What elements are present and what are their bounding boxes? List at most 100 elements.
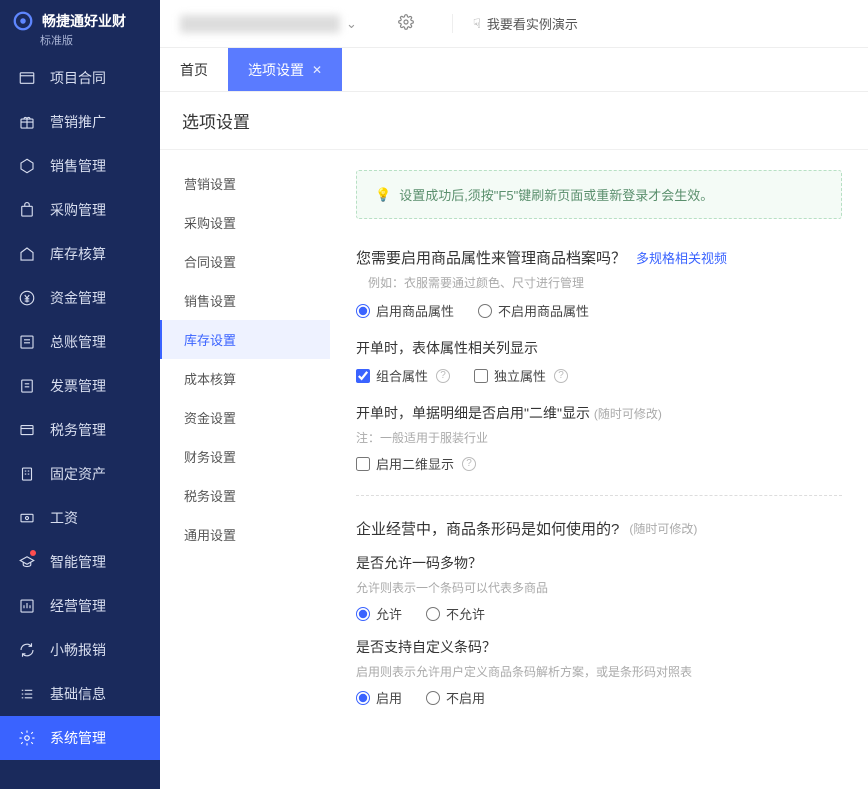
question-title: 您需要启用商品属性来管理商品档案吗？ 多规格相关视频 (356, 247, 842, 268)
settings-panel: 💡 设置成功后,须按"F5"键刷新页面或重新登录才会生效。 您需要启用商品属性来… (330, 150, 868, 789)
subnav-marketing[interactable]: 营销设置 (160, 164, 330, 203)
subnav-contract[interactable]: 合同设置 (160, 242, 330, 281)
nav-salary[interactable]: 工资 (0, 496, 160, 540)
notification-dot (30, 550, 36, 556)
section-barcode: 企业经营中，商品条形码是如何使用的? (随时可修改) 是否允许一码多物？ 允许则… (356, 518, 842, 707)
nav-tax[interactable]: 税务管理 (0, 408, 160, 452)
nav-label: 智能管理 (50, 552, 106, 572)
tab-label: 选项设置 (248, 60, 304, 80)
tax-icon (18, 421, 36, 439)
nav-label: 发票管理 (50, 376, 106, 396)
subnav-cost[interactable]: 成本核算 (160, 359, 330, 398)
column-check-group: 组合属性? 独立属性? (356, 366, 842, 385)
question-text: 您需要启用商品属性来管理商品档案吗？ (356, 247, 626, 268)
nav-basic[interactable]: 基础信息 (0, 672, 160, 716)
tab-home[interactable]: 首页 (160, 48, 228, 91)
nav-invoice[interactable]: 发票管理 (0, 364, 160, 408)
close-icon[interactable]: ✕ (312, 63, 322, 77)
nav-funds[interactable]: 资金管理 (0, 276, 160, 320)
q1-desc: 允许则表示一个条码可以代表多商品 (356, 579, 842, 596)
nav-label: 销售管理 (50, 156, 106, 176)
refresh-icon (18, 641, 36, 659)
salary-icon (18, 509, 36, 527)
help-icon[interactable]: ? (462, 457, 476, 471)
tab-label: 首页 (180, 60, 208, 80)
pointer-icon: ☟ (473, 16, 481, 32)
org-name-blurred (180, 15, 340, 33)
section-product-attr: 您需要启用商品属性来管理商品档案吗？ 多规格相关视频 例如：衣服需要通过颜色、尺… (356, 247, 842, 473)
tab-bar: 首页 选项设置 ✕ (160, 48, 868, 92)
nav-smart[interactable]: 智能管理 (0, 540, 160, 584)
yen-icon (18, 289, 36, 307)
edition-label: 标准版 (0, 32, 160, 56)
radio-disallow[interactable]: 不允许 (426, 604, 485, 623)
nav-ledger[interactable]: 总账管理 (0, 320, 160, 364)
radio-disable-attr[interactable]: 不启用商品属性 (478, 301, 589, 320)
radio-allow[interactable]: 允许 (356, 604, 402, 623)
info-banner: 💡 设置成功后,须按"F5"键刷新页面或重新登录才会生效。 (356, 170, 842, 219)
gear-icon (18, 729, 36, 747)
radio-enable[interactable]: 启用 (356, 688, 402, 707)
nav-label: 资金管理 (50, 288, 106, 308)
bag-icon (18, 201, 36, 219)
subnav-finance[interactable]: 财务设置 (160, 437, 330, 476)
subnav-inventory[interactable]: 库存设置 (160, 320, 330, 359)
ledger-icon (18, 333, 36, 351)
demo-link[interactable]: ☟ 我要看实例演示 (452, 14, 578, 33)
video-link[interactable]: 多规格相关视频 (636, 248, 727, 267)
subnav-general[interactable]: 通用设置 (160, 515, 330, 554)
nav-assets[interactable]: 固定资产 (0, 452, 160, 496)
building-icon (18, 465, 36, 483)
subnav-tax[interactable]: 税务设置 (160, 476, 330, 515)
nav-label: 工资 (50, 508, 78, 528)
nav-operation[interactable]: 经营管理 (0, 584, 160, 628)
nav-inventory[interactable]: 库存核算 (0, 232, 160, 276)
main-area: ⌄ ☟ 我要看实例演示 首页 选项设置 ✕ 选项设置 营销设置 采购设置 合同设… (160, 0, 868, 789)
page-title: 选项设置 (160, 92, 868, 150)
nav-system[interactable]: 系统管理 (0, 716, 160, 760)
nav-purchase[interactable]: 采购管理 (0, 188, 160, 232)
nav-project-contract[interactable]: 项目合同 (0, 56, 160, 100)
chart-icon (18, 597, 36, 615)
nav-sales[interactable]: 销售管理 (0, 144, 160, 188)
subnav-sales[interactable]: 销售设置 (160, 281, 330, 320)
nav-expense[interactable]: 小畅报销 (0, 628, 160, 672)
divider (356, 495, 842, 496)
radio-enable-attr[interactable]: 启用商品属性 (356, 301, 454, 320)
nav-label: 营销推广 (50, 112, 106, 132)
help-icon[interactable]: ? (554, 369, 568, 383)
invoice-icon (18, 377, 36, 395)
org-selector[interactable]: ⌄ (180, 15, 380, 33)
radio-disable[interactable]: 不启用 (426, 688, 485, 707)
nav-label: 小畅报销 (50, 640, 106, 660)
subnav-purchase[interactable]: 采购设置 (160, 203, 330, 242)
brand-name: 畅捷通好业财 (42, 11, 126, 31)
q-one-code-many: 是否允许一码多物？ (356, 553, 842, 573)
enable-2d-row: 启用二维显示? (356, 454, 842, 473)
attr-radio-group: 启用商品属性 不启用商品属性 (356, 301, 842, 320)
nav-label: 总账管理 (50, 332, 106, 352)
check-enable-2d[interactable]: 启用二维显示? (356, 454, 476, 473)
logo: 畅捷通好业财 (0, 0, 160, 36)
q2-desc: 启用则表示允许用户定义商品条码解析方案，或是条形码对照表 (356, 663, 842, 680)
folder-icon (18, 69, 36, 87)
sub-title-2d: 开单时，单据明细是否启用"二维"显示 (随时可修改) (356, 403, 842, 423)
subnav-funds[interactable]: 资金设置 (160, 398, 330, 437)
settings-icon[interactable] (398, 14, 414, 33)
q-custom-barcode: 是否支持自定义条码？ (356, 637, 842, 657)
help-icon[interactable]: ? (436, 369, 450, 383)
nav-marketing[interactable]: 营销推广 (0, 100, 160, 144)
nav-label: 采购管理 (50, 200, 106, 220)
question-title: 企业经营中，商品条形码是如何使用的? (随时可修改) (356, 518, 842, 539)
check-combined[interactable]: 组合属性? (356, 366, 450, 385)
nav-label: 经营管理 (50, 596, 106, 616)
tag-icon (18, 157, 36, 175)
hint-text: (随时可修改) (594, 407, 662, 421)
example-text: 例如：衣服需要通过颜色、尺寸进行管理 (368, 274, 842, 291)
check-independent[interactable]: 独立属性? (474, 366, 568, 385)
topbar: ⌄ ☟ 我要看实例演示 (160, 0, 868, 48)
nav-label: 税务管理 (50, 420, 106, 440)
tab-options[interactable]: 选项设置 ✕ (228, 48, 342, 91)
hint-text: (随时可修改) (629, 520, 697, 537)
list-icon (18, 685, 36, 703)
